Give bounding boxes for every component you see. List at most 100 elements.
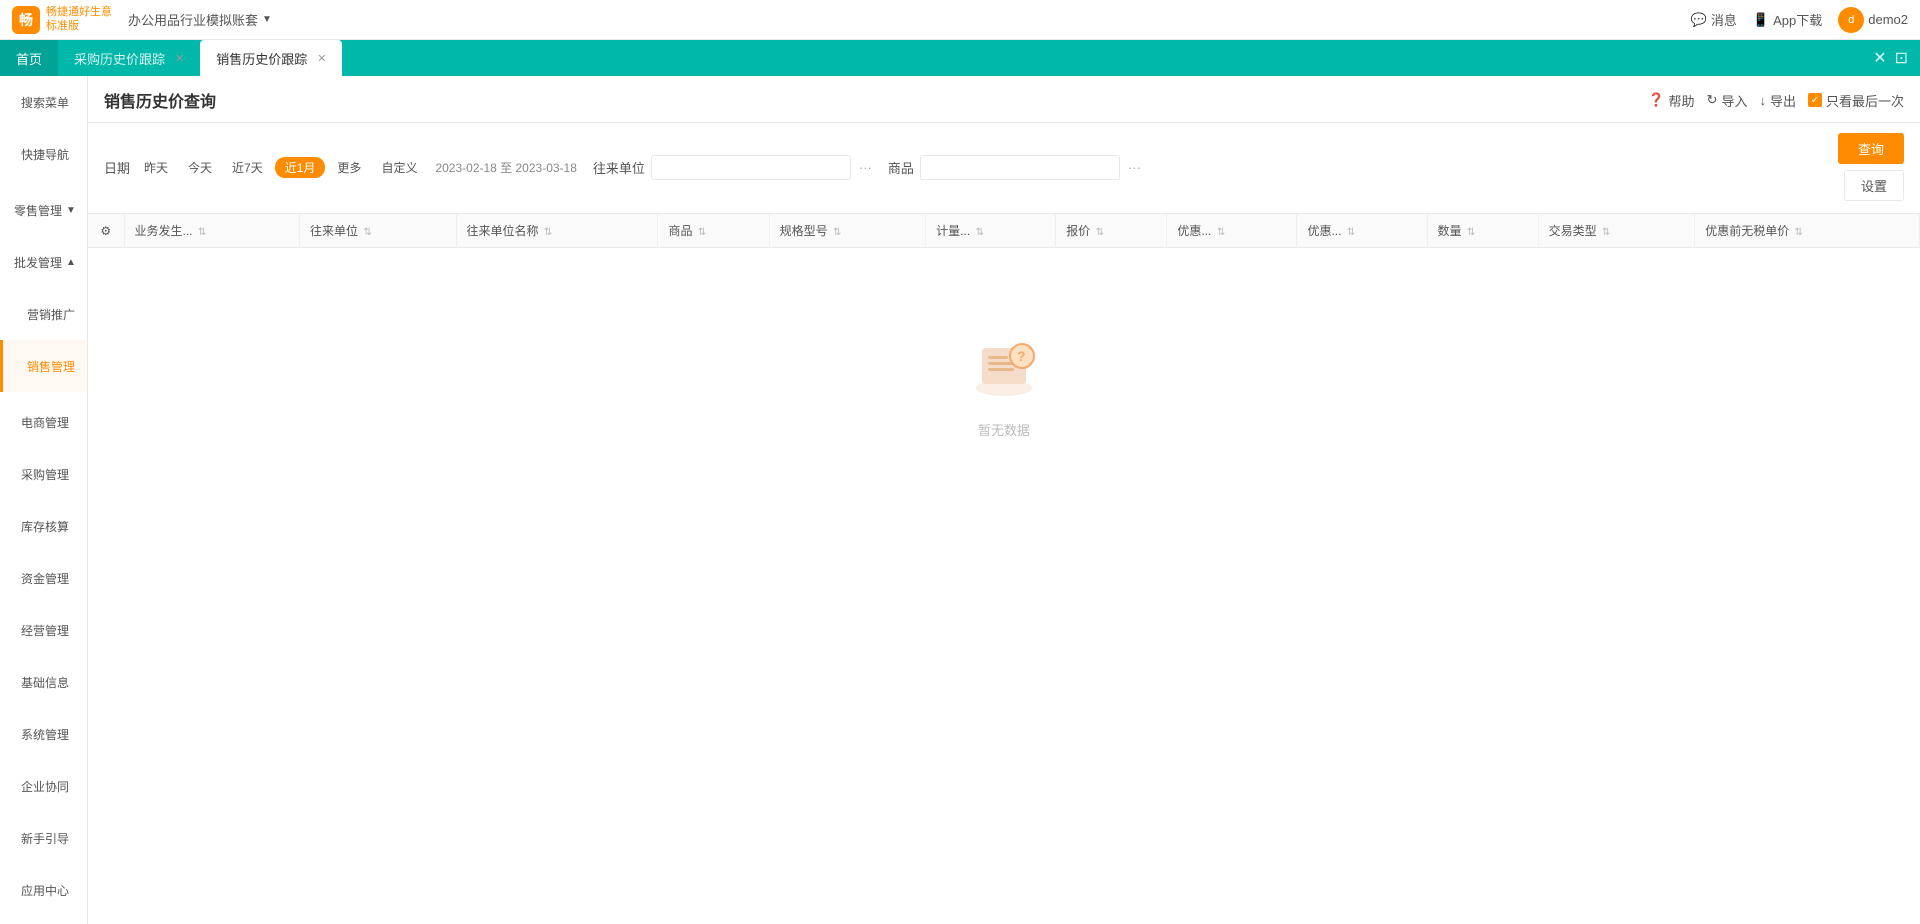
date-buttons: 昨天 今天 近7天 近1月 更多 自定义 — [136, 157, 425, 178]
app-download-button[interactable]: 📱 App下载 — [1753, 10, 1822, 29]
sort-icon-5: ⇅ — [833, 227, 841, 238]
th-discount2[interactable]: 优惠... ⇅ — [1297, 214, 1427, 248]
th-quantity[interactable]: 数量 ⇅ — [1427, 214, 1538, 248]
th-spec[interactable]: 规格型号 ⇅ — [769, 214, 926, 248]
th-goods[interactable]: 商品 ⇅ — [658, 214, 769, 248]
th-price[interactable]: 报价 ⇅ — [1056, 214, 1167, 248]
query-button[interactable]: 查询 — [1838, 133, 1904, 164]
sidebar: 搜索菜单 快捷导航 零售管理 ▼ 批发管理 ▲ 营销推广 销售管理 电商管理 采… — [0, 76, 88, 924]
import-button[interactable]: ↻ 导入 — [1707, 91, 1748, 110]
sidebar-item-app-center[interactable]: 应用中心 — [0, 864, 87, 916]
sidebar-search-label: 搜索菜单 — [21, 94, 69, 111]
import-icon: ↻ — [1707, 92, 1718, 108]
chevron-up-icon: ▲ — [66, 257, 76, 268]
sort-icon-9: ⇅ — [1347, 227, 1355, 238]
message-button[interactable]: 💬 消息 — [1691, 10, 1737, 29]
sort-icon: ⇅ — [198, 227, 206, 238]
sidebar-item-enterprise-collab[interactable]: 企业协同 — [0, 760, 87, 812]
counterpart-dots: ··· — [859, 160, 872, 175]
export-button[interactable]: ↓ 导出 — [1759, 91, 1796, 110]
settings-button[interactable]: 设置 — [1844, 170, 1904, 201]
export-icon: ↓ — [1759, 93, 1766, 108]
th-transaction-type[interactable]: 交易类型 ⇅ — [1538, 214, 1695, 248]
goods-label: 商品 — [888, 158, 914, 177]
date-1month-button[interactable]: 近1月 — [275, 157, 326, 178]
th-business-date-label: 业务发生... — [135, 224, 193, 238]
sidebar-item-enterprise-wechat[interactable]: 企业微信 — [0, 916, 87, 924]
svg-text:?: ? — [1017, 348, 1026, 364]
sidebar-item-system[interactable]: 系统管理 — [0, 708, 87, 760]
sidebar-quick-nav-label: 快捷导航 — [21, 146, 69, 163]
sidebar-item-operation[interactable]: 经营管理 — [0, 604, 87, 656]
only-last-checkbox[interactable]: ✓ 只看最后一次 — [1808, 91, 1904, 110]
filter-bar: 日期 昨天 今天 近7天 近1月 更多 自定义 2023-02-18 至 202… — [88, 123, 1920, 214]
table-header-row: ⚙ 业务发生... ⇅ 往来单位 ⇅ 往来单位名称 ⇅ — [88, 214, 1920, 248]
date-filter-group: 日期 昨天 今天 近7天 近1月 更多 自定义 2023-02-18 至 202… — [104, 157, 577, 178]
goods-filter-group: 商品 ··· — [888, 155, 1141, 180]
sidebar-item-retail[interactable]: 零售管理 ▼ — [0, 184, 87, 236]
close-purchase-tab-button[interactable]: ✕ — [175, 52, 184, 65]
gear-icon: ⚙ — [100, 224, 111, 238]
help-button[interactable]: ❓ 帮助 — [1648, 91, 1694, 110]
help-icon: ❓ — [1648, 92, 1664, 108]
logo-icon: 畅 — [12, 6, 40, 34]
sidebar-item-quick-nav[interactable]: 快捷导航 — [0, 128, 87, 180]
sidebar-item-ecommerce[interactable]: 电商管理 — [0, 396, 87, 448]
sort-icon-3: ⇅ — [544, 227, 552, 238]
tab-bar-controls: ✕ ⊡ — [1873, 48, 1920, 68]
home-tab-label: 首页 — [16, 49, 42, 68]
goods-input[interactable] — [920, 155, 1120, 180]
sidebar-sales-label: 销售管理 — [27, 358, 75, 375]
purchase-tab-label: 采购历史价跟踪 — [74, 49, 165, 68]
th-unit[interactable]: 计量... ⇅ — [926, 214, 1056, 248]
date-today-button[interactable]: 今天 — [180, 157, 220, 178]
content-area: 销售历史价查询 ❓ 帮助 ↻ 导入 ↓ 导出 ✓ — [88, 76, 1920, 924]
sidebar-item-search[interactable]: 搜索菜单 — [0, 76, 87, 128]
sidebar-item-sales-management[interactable]: 销售管理 — [0, 340, 87, 392]
checkbox-checked-icon: ✓ — [1808, 93, 1822, 107]
close-window-icon[interactable]: ✕ — [1873, 48, 1886, 68]
logo-area: 畅 畅捷通好生意 标准版 — [12, 6, 112, 34]
top-bar: 畅 畅捷通好生意 标准版 办公用品行业模拟账套 ▼ 💬 消息 📱 App下载 d… — [0, 0, 1920, 40]
th-discount1[interactable]: 优惠... ⇅ — [1167, 214, 1297, 248]
download-icon: 📱 — [1753, 12, 1769, 28]
sidebar-item-basic-info[interactable]: 基础信息 — [0, 656, 87, 708]
date-more-button[interactable]: 更多 — [329, 157, 369, 178]
th-business-date[interactable]: 业务发生... ⇅ — [124, 214, 299, 248]
sidebar-marketing-label: 营销推广 — [27, 306, 75, 323]
sidebar-item-newbie-guide[interactable]: 新手引导 — [0, 812, 87, 864]
chevron-down-icon: ▼ — [262, 14, 272, 25]
tab-home[interactable]: 首页 — [0, 40, 58, 76]
th-settings[interactable]: ⚙ — [88, 214, 124, 248]
empty-icon: ? — [964, 328, 1044, 408]
sidebar-item-finance[interactable]: 资金管理 — [0, 552, 87, 604]
date-yesterday-button[interactable]: 昨天 — [136, 157, 176, 178]
tab-purchase-history[interactable]: 采购历史价跟踪 ✕ — [58, 40, 200, 76]
sort-icon-12: ⇅ — [1795, 227, 1803, 238]
sort-icon-4: ⇅ — [698, 227, 706, 238]
counterpart-input[interactable] — [651, 155, 851, 180]
empty-text: 暂无数据 — [978, 420, 1030, 439]
empty-state: ? 暂无数据 — [88, 248, 1920, 519]
date-custom-button[interactable]: 自定义 — [373, 157, 425, 178]
sales-tab-label: 销售历史价跟踪 — [216, 49, 307, 68]
sidebar-item-wholesale[interactable]: 批发管理 ▲ — [0, 236, 87, 288]
page-header: 销售历史价查询 ❓ 帮助 ↻ 导入 ↓ 导出 ✓ — [88, 76, 1920, 123]
tab-sales-history[interactable]: 销售历史价跟踪 ✕ — [200, 40, 342, 76]
sidebar-item-marketing[interactable]: 营销推广 — [0, 288, 87, 340]
app-selector[interactable]: 办公用品行业模拟账套 ▼ — [120, 6, 280, 33]
top-bar-left: 畅 畅捷通好生意 标准版 办公用品行业模拟账套 ▼ — [12, 6, 280, 34]
sidebar-item-purchase[interactable]: 采购管理 — [0, 448, 87, 500]
message-icon: 💬 — [1691, 12, 1707, 28]
sort-icon-10: ⇅ — [1467, 227, 1475, 238]
close-sales-tab-button[interactable]: ✕ — [317, 52, 326, 65]
th-pretax-price[interactable]: 优惠前无税单价 ⇅ — [1695, 214, 1920, 248]
date-7days-button[interactable]: 近7天 — [224, 157, 271, 178]
page-title: 销售历史价查询 — [104, 88, 216, 112]
th-counterpart-name[interactable]: 往来单位名称 ⇅ — [456, 214, 658, 248]
sort-icon-11: ⇅ — [1602, 227, 1610, 238]
th-counterpart[interactable]: 往来单位 ⇅ — [299, 214, 456, 248]
user-avatar-button[interactable]: d demo2 — [1838, 7, 1908, 33]
maximize-icon[interactable]: ⊡ — [1895, 48, 1908, 68]
sidebar-item-inventory[interactable]: 库存核算 — [0, 500, 87, 552]
